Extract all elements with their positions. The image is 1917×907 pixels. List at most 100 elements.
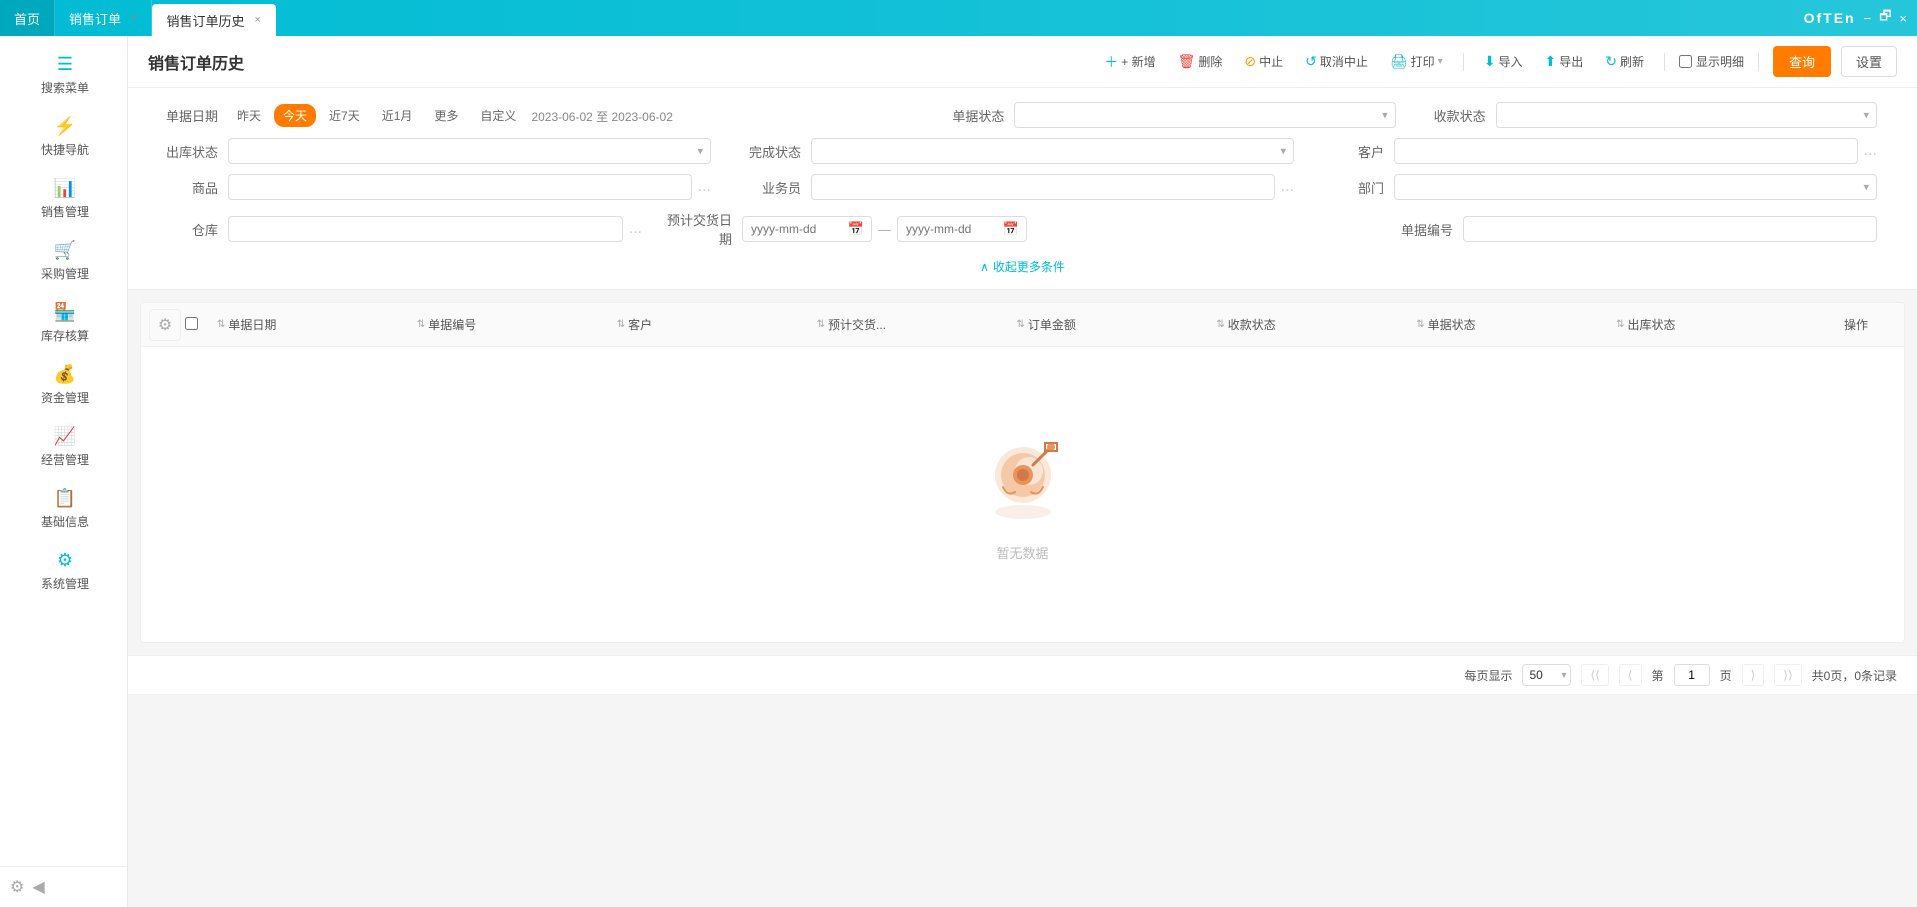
- date-range-separator: —: [878, 222, 891, 237]
- col-label-expected-delivery: 预计交货...: [828, 316, 886, 333]
- tab-sales-order-history[interactable]: 销售订单历史 ×: [152, 4, 275, 36]
- doc-status-field: [1014, 102, 1395, 128]
- search-menu-icon: ☰: [57, 54, 73, 75]
- stop-button[interactable]: ⊘ 中止: [1238, 49, 1289, 74]
- col-sort-icon-doc-number: ⇅: [417, 319, 425, 330]
- customer-input[interactable]: [1394, 138, 1858, 164]
- new-button[interactable]: ＋ + 新增: [1098, 48, 1161, 76]
- warehouse-input[interactable]: [228, 216, 623, 242]
- select-all-checkbox[interactable]: [185, 317, 198, 330]
- collapse-label: 收起更多条件: [993, 258, 1065, 275]
- doc-status-label: 单据状态: [934, 106, 1014, 125]
- sidebar-item-sys-mgmt[interactable]: ⚙ 系统管理: [0, 540, 127, 602]
- page-header: 销售订单历史 ＋ + 新增 🗑 删除 ⊘ 中止 ↺ 取消中止: [128, 36, 1917, 88]
- query-label: 查询: [1789, 55, 1815, 70]
- first-page-button[interactable]: ⟨⟨: [1581, 664, 1608, 686]
- col-header-expected-delivery[interactable]: ⇅ 预计交货...: [817, 316, 1013, 333]
- tab-sales-order-history-label: 销售订单历史: [166, 11, 244, 30]
- date-tag-more[interactable]: 更多: [425, 104, 467, 127]
- tab-sales-order-history-close[interactable]: ×: [254, 14, 260, 26]
- refresh-button[interactable]: ↻ 刷新: [1599, 49, 1650, 74]
- show-detail-checkbox[interactable]: [1679, 55, 1692, 68]
- collapse-up-icon: ∧: [980, 260, 989, 274]
- page-number-input[interactable]: [1674, 664, 1710, 686]
- new-label: + 新增: [1121, 53, 1155, 70]
- col-label-doc-number: 单据编号: [428, 316, 476, 333]
- import-button[interactable]: ⬇ 导入: [1478, 49, 1529, 74]
- page-size-select[interactable]: 20 50 100: [1522, 664, 1571, 686]
- table-settings-icon[interactable]: ⚙: [149, 309, 181, 341]
- doc-status-select[interactable]: [1014, 102, 1395, 128]
- date-tag-yesterday[interactable]: 昨天: [228, 104, 270, 127]
- cancel-stop-button[interactable]: ↺ 取消中止: [1299, 49, 1374, 74]
- close-button[interactable]: ×: [1899, 11, 1907, 26]
- sidebar-settings-button[interactable]: ⚙: [10, 877, 24, 897]
- col-header-doc-number[interactable]: ⇅ 单据编号: [417, 316, 613, 333]
- product-input[interactable]: [228, 174, 692, 200]
- page-label: 页: [1720, 667, 1732, 684]
- warehouse-picker-icon[interactable]: ...: [629, 220, 642, 238]
- salesperson-picker-icon[interactable]: ...: [1281, 178, 1294, 196]
- col-sort-icon-payment-status: ⇅: [1216, 319, 1224, 330]
- product-picker-icon[interactable]: ...: [698, 178, 711, 196]
- next-page-button[interactable]: ⟩: [1742, 664, 1765, 686]
- payment-status-select-wrapper: [1496, 102, 1877, 128]
- restore-button[interactable]: 🗗: [1879, 7, 1891, 29]
- doc-number-field: [1463, 216, 1877, 242]
- query-button[interactable]: 查询: [1773, 46, 1831, 77]
- delivery-date-label: 预计交货日期: [662, 210, 742, 248]
- complete-status-select[interactable]: [811, 138, 1294, 164]
- date-tag-1month[interactable]: 近1月: [373, 104, 422, 127]
- doc-number-label: 单据编号: [1383, 220, 1463, 239]
- col-header-doc-status[interactable]: ⇅ 单据状态: [1416, 316, 1612, 333]
- tab-sales-order-close[interactable]: ×: [131, 12, 137, 24]
- doc-number-input[interactable]: [1463, 216, 1877, 242]
- sidebar-item-capital[interactable]: 💰 资金管理: [0, 354, 127, 416]
- sidebar-item-inventory[interactable]: 🏪 库存核算: [0, 292, 127, 354]
- prev-page-button[interactable]: ⟨: [1619, 664, 1642, 686]
- col-header-doc-date[interactable]: ⇅ 单据日期: [217, 316, 413, 333]
- department-filter-label: 部门: [1314, 178, 1394, 197]
- col-header-payment-status[interactable]: ⇅ 收款状态: [1216, 316, 1412, 333]
- col-header-customer[interactable]: ⇅ 客户: [617, 316, 813, 333]
- table-checkbox-all[interactable]: [185, 317, 213, 333]
- delete-button[interactable]: 🗑 删除: [1172, 49, 1229, 74]
- export-button[interactable]: ⬆ 导出: [1538, 49, 1589, 74]
- sidebar-item-basic-info[interactable]: 📋 基础信息: [0, 478, 127, 540]
- payment-status-select[interactable]: [1496, 102, 1877, 128]
- print-button[interactable]: 🖨 打印 ▾: [1384, 49, 1449, 74]
- col-label-doc-date: 单据日期: [228, 316, 276, 333]
- delivery-date-to-input[interactable]: [897, 216, 1027, 242]
- delivery-date-to-wrap: 📅: [897, 216, 1027, 242]
- settings-button[interactable]: 设置: [1841, 46, 1897, 77]
- delivery-date-from-input[interactable]: [742, 216, 872, 242]
- sidebar-item-quick-nav[interactable]: ⚡ 快捷导航: [0, 106, 127, 168]
- collapse-row[interactable]: ∧ 收起更多条件: [148, 258, 1897, 275]
- out-status-select[interactable]: [228, 138, 711, 164]
- show-detail-checkbox-label[interactable]: 显示明细: [1679, 53, 1744, 70]
- col-sort-icon-doc-status: ⇅: [1416, 319, 1424, 330]
- date-tag-custom[interactable]: 自定义: [471, 104, 525, 127]
- sidebar-item-sales-mgmt[interactable]: 📊 销售管理: [0, 168, 127, 230]
- sidebar-item-operations[interactable]: 📈 经营管理: [0, 416, 127, 478]
- tab-home[interactable]: 首页: [0, 0, 55, 36]
- col-header-order-amount[interactable]: ⇅ 订单金额: [1017, 316, 1213, 333]
- customer-picker-icon[interactable]: ...: [1864, 142, 1877, 160]
- footer-pagination: 每页显示 20 50 100 ⟨⟨ ⟨ 第 页 ⟩ ⟩⟩ 共0页，0条记录: [128, 655, 1917, 694]
- last-page-button[interactable]: ⟩⟩: [1774, 664, 1801, 686]
- show-detail-label: 显示明细: [1696, 53, 1744, 70]
- col-header-out-status[interactable]: ⇅ 出库状态: [1616, 316, 1812, 333]
- sidebar-collapse-button[interactable]: ◀: [32, 877, 44, 897]
- col-sort-icon-customer: ⇅: [617, 319, 625, 330]
- sidebar-item-search-menu[interactable]: ☰ 搜索菜单: [0, 44, 127, 106]
- operations-icon: 📈: [54, 426, 76, 447]
- sidebar-item-purchase-mgmt[interactable]: 🛒 采购管理: [0, 230, 127, 292]
- tab-sales-order[interactable]: 销售订单 ×: [55, 0, 152, 36]
- brand-text: OfTEn: [1804, 10, 1856, 26]
- salesperson-input[interactable]: [811, 174, 1275, 200]
- date-tag-today[interactable]: 今天: [274, 104, 316, 127]
- col-sort-icon-doc-date: ⇅: [217, 319, 225, 330]
- minimize-button[interactable]: −: [1864, 11, 1872, 26]
- department-select[interactable]: [1394, 174, 1877, 200]
- date-tag-7days[interactable]: 近7天: [320, 104, 369, 127]
